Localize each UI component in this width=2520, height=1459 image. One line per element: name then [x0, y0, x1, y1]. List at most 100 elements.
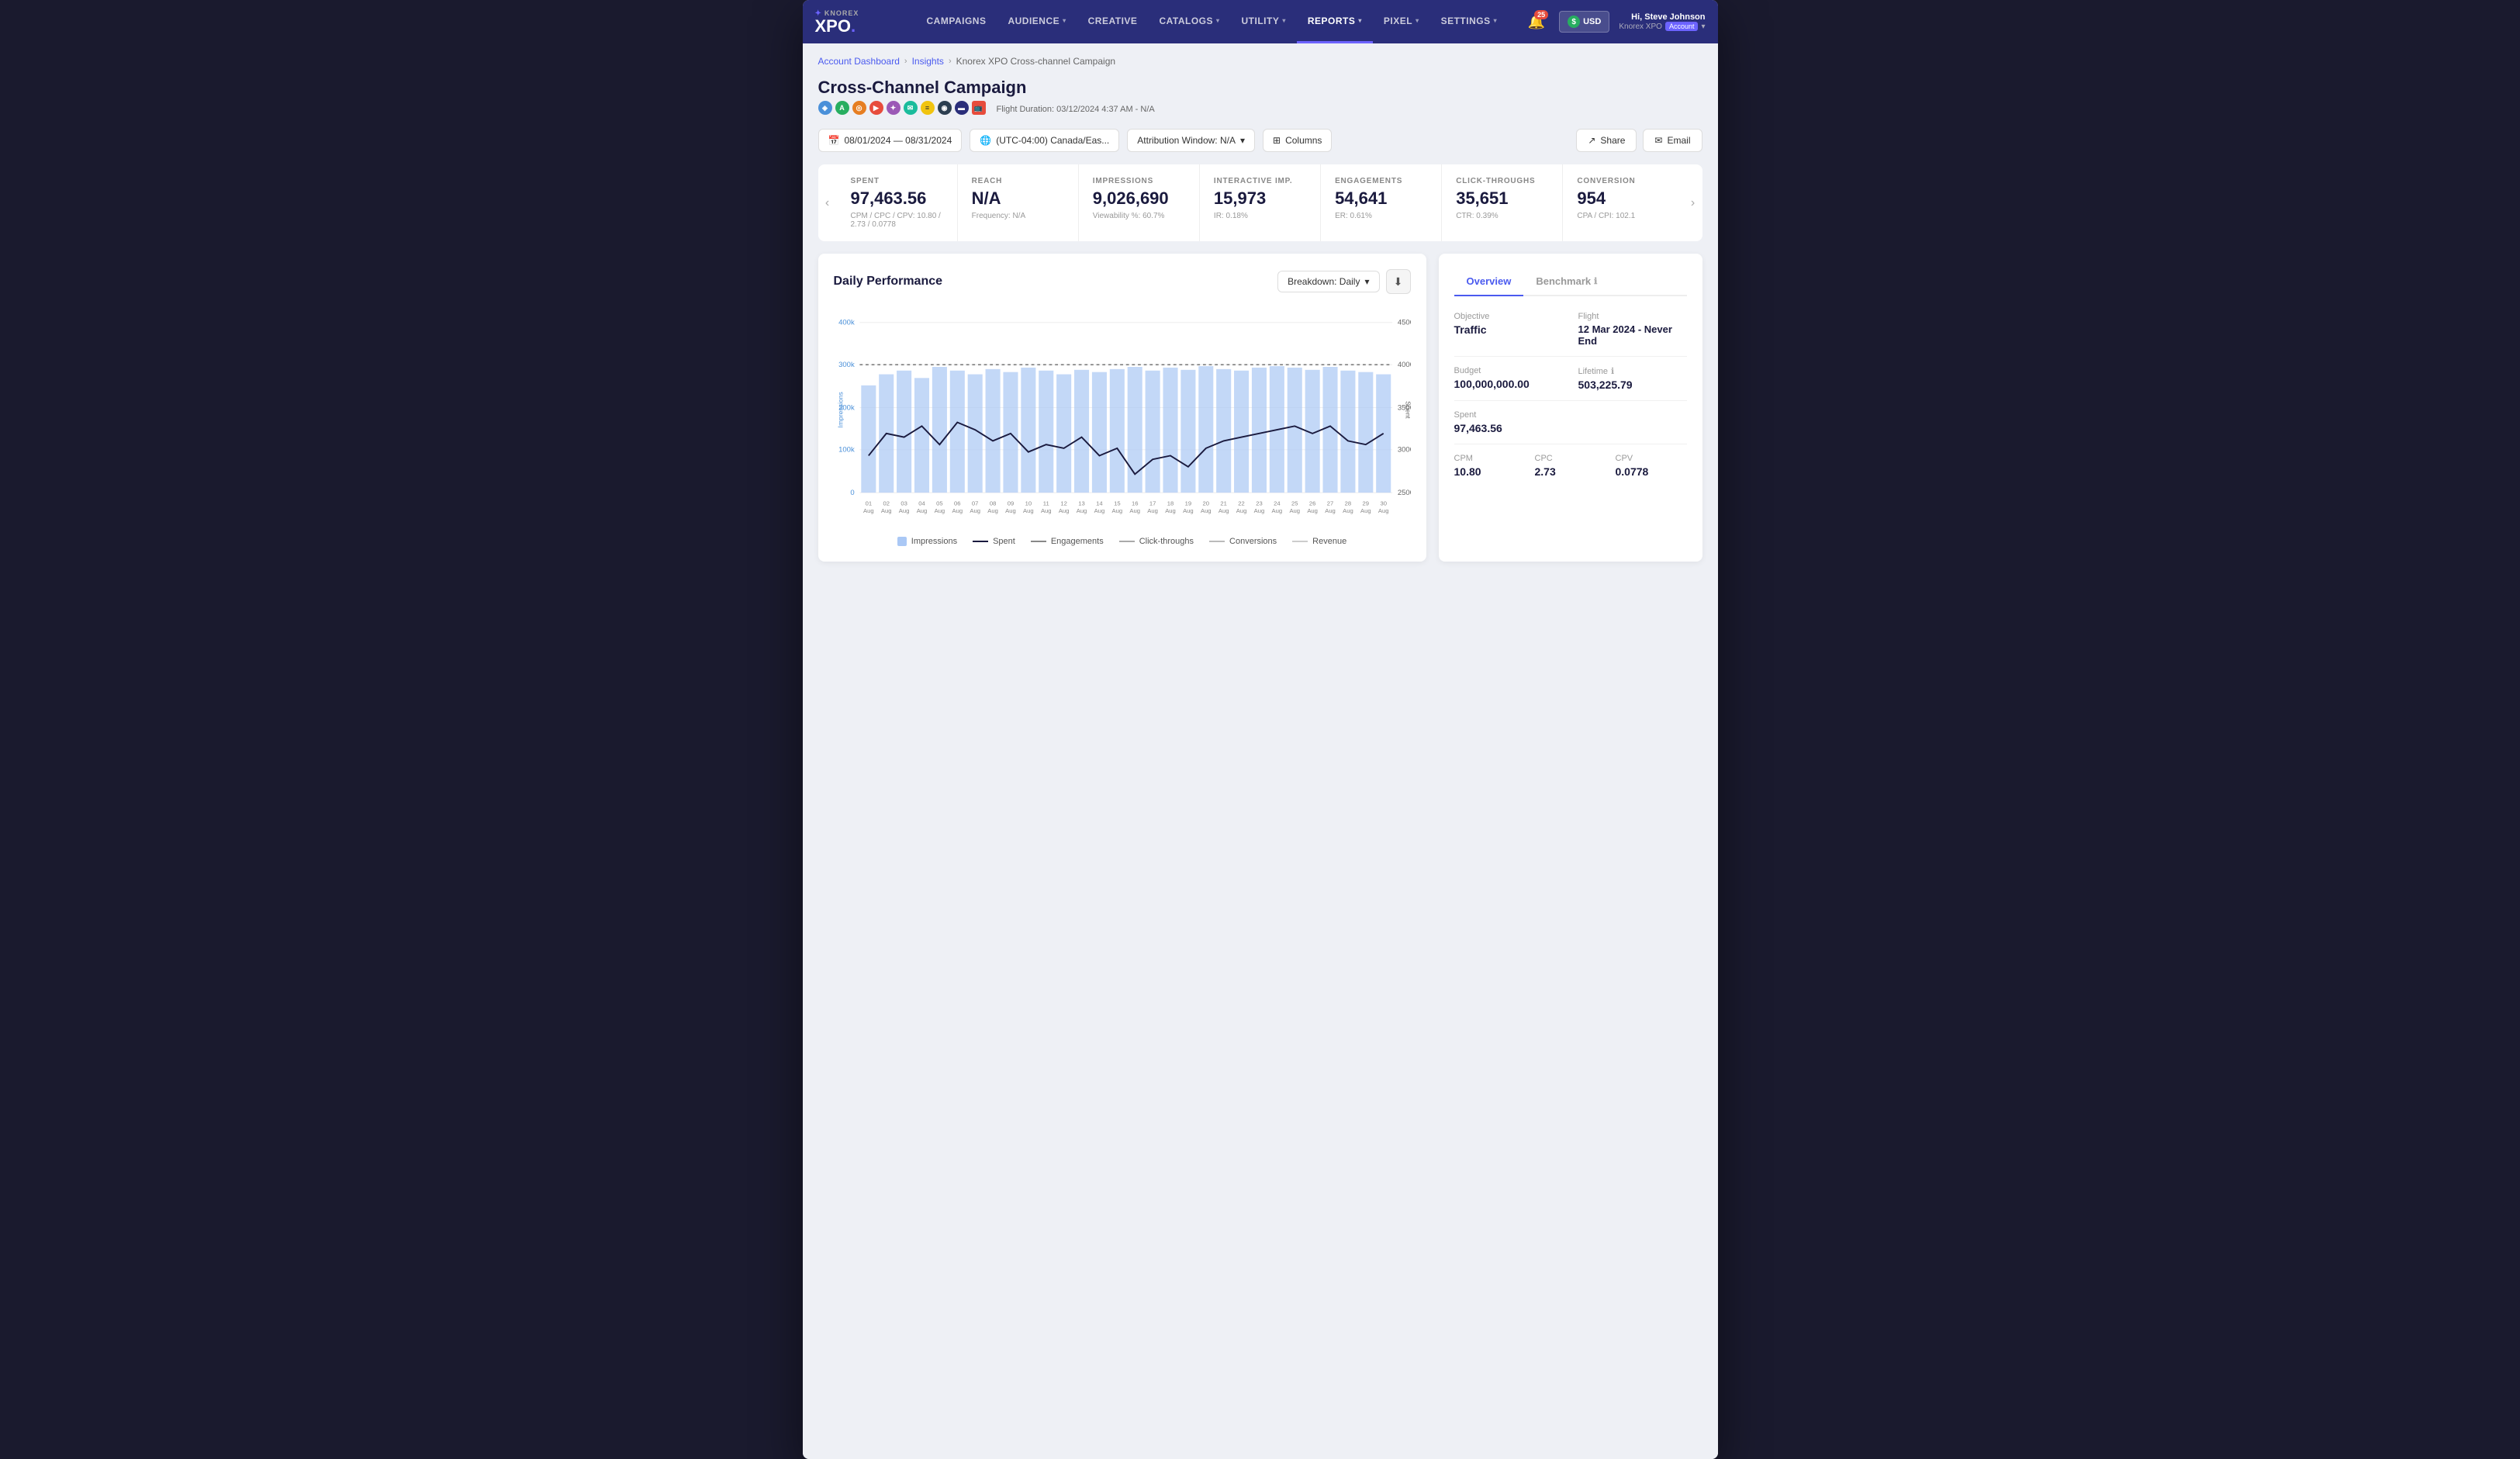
stat-interactive: INTERACTIVE IMP. 15,973 IR: 0.18%: [1200, 164, 1321, 241]
email-icon: ✉: [1654, 135, 1662, 146]
nav-menu: CAMPAIGNS AUDIENCE▾ CREATIVE CATALOGS▾ U…: [916, 0, 1524, 43]
notifications-button[interactable]: 🔔 25: [1523, 9, 1550, 35]
stat-value-reach: N/A: [972, 188, 1064, 209]
flight-info: Flight Duration: 03/12/2024 4:37 AM - N/…: [997, 105, 1155, 114]
user-area[interactable]: Hi, Steve Johnson Knorex XPO Account ▾: [1619, 12, 1705, 31]
calendar-icon: 📅: [828, 135, 840, 146]
download-icon: ⬇: [1394, 275, 1403, 289]
info-lifetime-label: Lifetime ℹ: [1578, 366, 1687, 376]
svg-text:Aug: Aug: [1040, 507, 1051, 514]
timezone-button[interactable]: 🌐 (UTC-04:00) Canada/Eas...: [970, 129, 1119, 152]
svg-text:27: 27: [1326, 500, 1333, 507]
stats-row: ‹ SPENT 97,463.56 CPM / CPC / CPV: 10.80…: [818, 164, 1702, 241]
legend-engagements: Engagements: [1031, 537, 1104, 546]
svg-text:01: 01: [865, 500, 871, 507]
topbar: KNOREX XPO. CAMPAIGNS AUDIENCE▾ CREATIVE…: [803, 0, 1718, 43]
nav-item-campaigns[interactable]: CAMPAIGNS: [916, 0, 997, 43]
breadcrumb-account-dashboard[interactable]: Account Dashboard: [818, 56, 900, 67]
info-cpv-value: 0.0778: [1616, 465, 1687, 478]
legend-line-revenue: [1292, 541, 1308, 542]
breadcrumb-insights[interactable]: Insights: [912, 56, 944, 67]
stat-sub-conversion: CPA / CPI: 102.1: [1577, 212, 1669, 220]
currency-button[interactable]: $ USD: [1559, 11, 1609, 33]
tab-overview[interactable]: Overview: [1454, 269, 1524, 296]
stat-reach: REACH N/A Frequency: N/A: [958, 164, 1079, 241]
info-metrics-row: CPM 10.80 CPC 2.73 CPV 0.0778: [1454, 454, 1687, 478]
svg-text:25: 25: [1291, 500, 1298, 507]
info-spent-label: Spent: [1454, 410, 1687, 420]
logo-area[interactable]: KNOREX XPO.: [815, 9, 916, 35]
stat-conversion: CONVERSION 954 CPA / CPI: 102.1: [1563, 164, 1683, 241]
stat-value-interactive: 15,973: [1214, 188, 1306, 209]
nav-item-creative[interactable]: CREATIVE: [1077, 0, 1149, 43]
date-range-button[interactable]: 📅 08/01/2024 — 08/31/2024: [818, 129, 963, 152]
legend-dot-impressions: [897, 537, 907, 546]
svg-text:2500: 2500: [1397, 489, 1410, 497]
download-button[interactable]: ⬇: [1386, 269, 1411, 294]
stat-sub-clickthroughs: CTR: 0.39%: [1456, 212, 1548, 220]
tab-benchmark[interactable]: Benchmark ℹ: [1523, 269, 1609, 296]
svg-text:24: 24: [1274, 500, 1281, 507]
channel-icon-social: A: [835, 101, 849, 115]
nav-item-pixel[interactable]: PIXEL▾: [1373, 0, 1430, 43]
stat-sub-impressions: Viewability %: 60.7%: [1093, 212, 1185, 220]
nav-item-settings[interactable]: SETTINGS▾: [1430, 0, 1509, 43]
svg-text:Aug: Aug: [1076, 507, 1087, 514]
svg-text:300k: 300k: [838, 361, 855, 369]
tabs-row: Overview Benchmark ℹ: [1454, 269, 1687, 296]
svg-text:11: 11: [1042, 500, 1049, 507]
info-cpm-value: 10.80: [1454, 465, 1526, 478]
nav-item-utility[interactable]: UTILITY▾: [1231, 0, 1297, 43]
chart-svg-wrapper: 400k 300k 200k 100k 0 4500 4000 3500 300…: [834, 306, 1411, 527]
channel-icon-search: ◎: [852, 101, 866, 115]
svg-text:Aug: Aug: [952, 507, 963, 514]
info-spent: Spent 97,463.56: [1454, 410, 1687, 434]
stats-nav-left[interactable]: ‹: [818, 164, 837, 241]
svg-text:Aug: Aug: [916, 507, 927, 514]
columns-button[interactable]: ⊞ Columns: [1263, 129, 1332, 152]
legend-impressions: Impressions: [897, 537, 957, 546]
svg-text:Aug: Aug: [1360, 507, 1371, 514]
svg-text:20: 20: [1202, 500, 1208, 507]
globe-icon: 🌐: [980, 135, 991, 146]
user-sub: Knorex XPO Account ▾: [1619, 22, 1705, 31]
nav-item-audience[interactable]: AUDIENCE▾: [997, 0, 1077, 43]
svg-text:Spent: Spent: [1404, 401, 1411, 419]
svg-text:13: 13: [1078, 500, 1084, 507]
share-button[interactable]: ↗ Share: [1576, 129, 1637, 152]
stats-container: SPENT 97,463.56 CPM / CPC / CPV: 10.80 /…: [837, 164, 1684, 241]
breakdown-button[interactable]: Breakdown: Daily ▾: [1277, 271, 1379, 292]
info-cpc: CPC 2.73: [1535, 454, 1606, 478]
email-button[interactable]: ✉ Email: [1643, 129, 1702, 152]
svg-text:07: 07: [971, 500, 977, 507]
channel-icon-tv: ▬: [955, 101, 969, 115]
svg-text:Aug: Aug: [1271, 507, 1282, 514]
notification-badge: 25: [1534, 10, 1548, 19]
attribution-button[interactable]: Attribution Window: N/A ▾: [1127, 129, 1255, 152]
info-lifetime-value: 503,225.79: [1578, 379, 1687, 391]
chevron-down-icon: ▾: [1240, 135, 1245, 146]
stat-engagements: ENGAGEMENTS 54,641 ER: 0.61%: [1321, 164, 1442, 241]
svg-text:0: 0: [850, 489, 854, 497]
main-grid: Daily Performance Breakdown: Daily ▾ ⬇: [818, 254, 1702, 562]
stat-label-reach: REACH: [972, 177, 1064, 185]
info-lifetime: Lifetime ℹ 503,225.79: [1578, 366, 1687, 391]
info-cpv: CPV 0.0778: [1616, 454, 1687, 478]
info-objective: Objective Traffic: [1454, 312, 1563, 347]
svg-text:18: 18: [1167, 500, 1173, 507]
channel-icon-video: ▶: [869, 101, 883, 115]
info-budget-value: 100,000,000.00: [1454, 378, 1563, 390]
svg-text:Aug: Aug: [987, 507, 998, 514]
svg-text:Impressions: Impressions: [836, 392, 844, 427]
nav-item-reports[interactable]: REPORTS▾: [1297, 0, 1373, 43]
svg-text:02: 02: [883, 500, 889, 507]
nav-item-catalogs[interactable]: CATALOGS▾: [1148, 0, 1230, 43]
legend-line-conversions: [1209, 541, 1225, 542]
stat-value-clickthroughs: 35,651: [1456, 188, 1548, 209]
svg-text:Aug: Aug: [1165, 507, 1176, 514]
channel-icon-sms: ≡: [921, 101, 935, 115]
info-cpc-label: CPC: [1535, 454, 1606, 463]
page-header: Cross-Channel Campaign ◈ A ◎ ▶ ✦ ✉ ≡ ◉ ▬…: [818, 78, 1702, 118]
svg-text:Aug: Aug: [934, 507, 945, 514]
stats-nav-right[interactable]: ›: [1684, 164, 1702, 241]
